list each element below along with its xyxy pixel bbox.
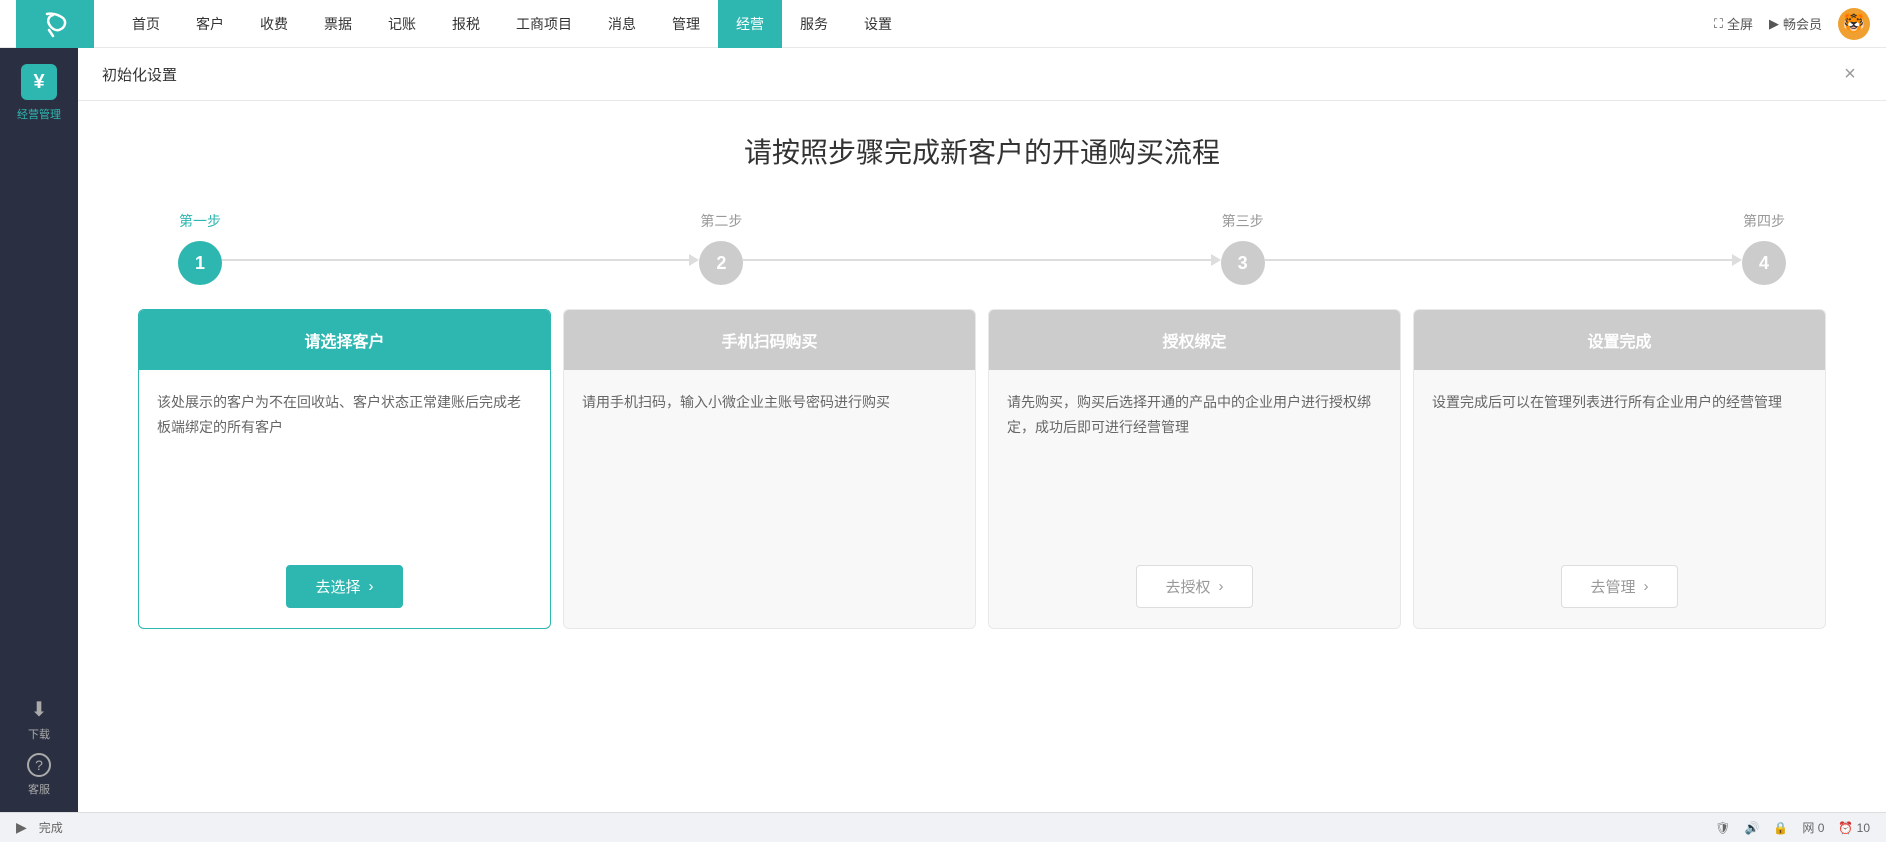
step-connector-1-2 [222, 254, 699, 266]
chevron-right-icon: › [369, 578, 374, 595]
volume-icon: 🔊 [1744, 821, 1759, 835]
step-circle-4: 4 [1742, 241, 1786, 285]
connector-arrow [1732, 254, 1742, 266]
step-connector-2-3 [743, 254, 1220, 266]
card-body-3: 请先购买，购买后选择开通的产品中的企业用户进行授权绑定，成功后即可进行经营管理 [989, 370, 1400, 549]
nav-customer[interactable]: 客户 [178, 0, 242, 48]
step-connector-3-4 [1265, 254, 1742, 266]
nav-home[interactable]: 首页 [114, 0, 178, 48]
nav-operation[interactable]: 经营 [718, 0, 782, 48]
fullscreen-button[interactable]: ⛶ 全屏 [1714, 14, 1753, 33]
content-area: 初始化设置 × 请按照步骤完成新客户的开通购买流程 第一步 1 [78, 48, 1886, 812]
connector-arrow [1211, 254, 1221, 266]
step-card-2: 手机扫码购买 请用手机扫码，输入小微企业主账号密码进行购买 [563, 309, 976, 629]
play-status-icon: ▶ [16, 819, 27, 836]
card-header-4: 设置完成 [1414, 310, 1825, 370]
card-footer-2 [564, 592, 975, 628]
step-card-1: 请选择客户 该处展示的客户为不在回收站、客户状态正常建账后完成老板端绑定的所有客… [138, 309, 551, 629]
nav-billing[interactable]: 收费 [242, 0, 306, 48]
sidebar-download[interactable]: ⬇ 下载 [0, 692, 78, 747]
wizard-heading: 请按照步骤完成新客户的开通购买流程 [138, 131, 1826, 171]
page-header: 初始化设置 × [78, 48, 1886, 101]
app-logo [16, 0, 94, 48]
card-body-4: 设置完成后可以在管理列表进行所有企业用户的经营管理 [1414, 370, 1825, 549]
step-label-1: 第一步 [179, 211, 221, 231]
status-bar: ▶ 完成 🛡 🔊 🔒 网 0 ⏰ 10 [0, 812, 1886, 842]
step-circle-1: 1 [178, 241, 222, 285]
card-footer-3: 去授权 › [989, 549, 1400, 628]
nav-right-area: ⛶ 全屏 ▶ 畅会员 🐯 [1714, 8, 1870, 40]
yuan-icon: ¥ [21, 64, 57, 100]
network-icon: 网 0 [1802, 819, 1824, 836]
step-card-3: 授权绑定 请先购买，购买后选择开通的产品中的企业用户进行授权绑定，成功后即可进行… [988, 309, 1401, 629]
steps-visual: 第一步 1 第二步 2 [138, 211, 1826, 285]
nav-service[interactable]: 服务 [782, 0, 846, 48]
step-node-1: 第一步 1 [178, 211, 222, 285]
close-button[interactable]: × [1838, 62, 1862, 86]
card-body-2: 请用手机扫码，输入小微企业主账号密码进行购买 [564, 370, 975, 592]
main-layout: ¥ 经营管理 ⬇ 下载 ? 客服 初始化设置 × 请按照步骤完成新客户的开通购买… [0, 48, 1886, 812]
nav-message[interactable]: 消息 [590, 0, 654, 48]
card-header-3: 授权绑定 [989, 310, 1400, 370]
connector-line [1265, 259, 1732, 261]
cards-row: 请选择客户 该处展示的客户为不在回收站、客户状态正常建账后完成老板端绑定的所有客… [138, 309, 1826, 629]
nav-bookkeeping[interactable]: 记账 [370, 0, 434, 48]
lock-icon: 🔒 [1773, 821, 1788, 835]
nav-manage[interactable]: 管理 [654, 0, 718, 48]
card-header-1: 请选择客户 [139, 310, 550, 370]
step3-action-button[interactable]: 去授权 › [1136, 565, 1252, 608]
page-title: 初始化设置 [102, 64, 177, 85]
sidebar-item-management[interactable]: ¥ 经营管理 [0, 58, 78, 128]
step-node-4: 第四步 4 [1742, 211, 1786, 285]
nav-tax[interactable]: 报税 [434, 0, 498, 48]
step-circle-2: 2 [699, 241, 743, 285]
play-icon: ▶ [1769, 16, 1779, 32]
sidebar: ¥ 经营管理 ⬇ 下载 ? 客服 [0, 48, 78, 812]
chevron-right-icon: › [1219, 578, 1224, 595]
sidebar-support[interactable]: ? 客服 [0, 747, 78, 802]
step-label-3: 第三步 [1222, 211, 1264, 231]
card-footer-1: 去选择 › [139, 549, 550, 628]
chevron-right-icon: › [1644, 578, 1649, 595]
step-node-2: 第二步 2 [699, 211, 743, 285]
connector-line [222, 259, 689, 261]
user-avatar[interactable]: 🐯 [1838, 8, 1870, 40]
fullscreen-icon: ⛶ [1714, 16, 1723, 32]
nav-menu: 首页 客户 收费 票据 记账 报税 工商项目 消息 管理 经营 服务 设置 [114, 0, 1714, 48]
time-icon: ⏰ 10 [1838, 821, 1870, 835]
card-body-1: 该处展示的客户为不在回收站、客户状态正常建账后完成老板端绑定的所有客户 [139, 370, 550, 549]
support-icon: ? [27, 753, 51, 777]
step1-action-button[interactable]: 去选择 › [286, 565, 402, 608]
connector-line [743, 259, 1210, 261]
step-node-3: 第三步 3 [1221, 211, 1265, 285]
download-icon: ⬇ [31, 697, 48, 722]
nav-settings[interactable]: 设置 [846, 0, 910, 48]
status-bar-right: 🛡 🔊 🔒 网 0 ⏰ 10 [1715, 819, 1870, 836]
connector-arrow [689, 254, 699, 266]
card-header-2: 手机扫码购买 [564, 310, 975, 370]
nav-business[interactable]: 工商项目 [498, 0, 590, 48]
nav-invoice[interactable]: 票据 [306, 0, 370, 48]
card-footer-4: 去管理 › [1414, 549, 1825, 628]
member-button[interactable]: ▶ 畅会员 [1769, 14, 1822, 33]
status-label: 完成 [39, 819, 63, 836]
step-card-4: 设置完成 设置完成后可以在管理列表进行所有企业用户的经营管理 去管理 › [1413, 309, 1826, 629]
shield-icon: 🛡 [1715, 821, 1730, 835]
wizard-content: 请按照步骤完成新客户的开通购买流程 第一步 1 第二步 [78, 101, 1886, 812]
step-circle-3: 3 [1221, 241, 1265, 285]
top-navigation: 首页 客户 收费 票据 记账 报税 工商项目 消息 管理 经营 服务 设置 ⛶ … [0, 0, 1886, 48]
step-label-2: 第二步 [700, 211, 742, 231]
step-label-4: 第四步 [1743, 211, 1785, 231]
step4-action-button[interactable]: 去管理 › [1561, 565, 1677, 608]
